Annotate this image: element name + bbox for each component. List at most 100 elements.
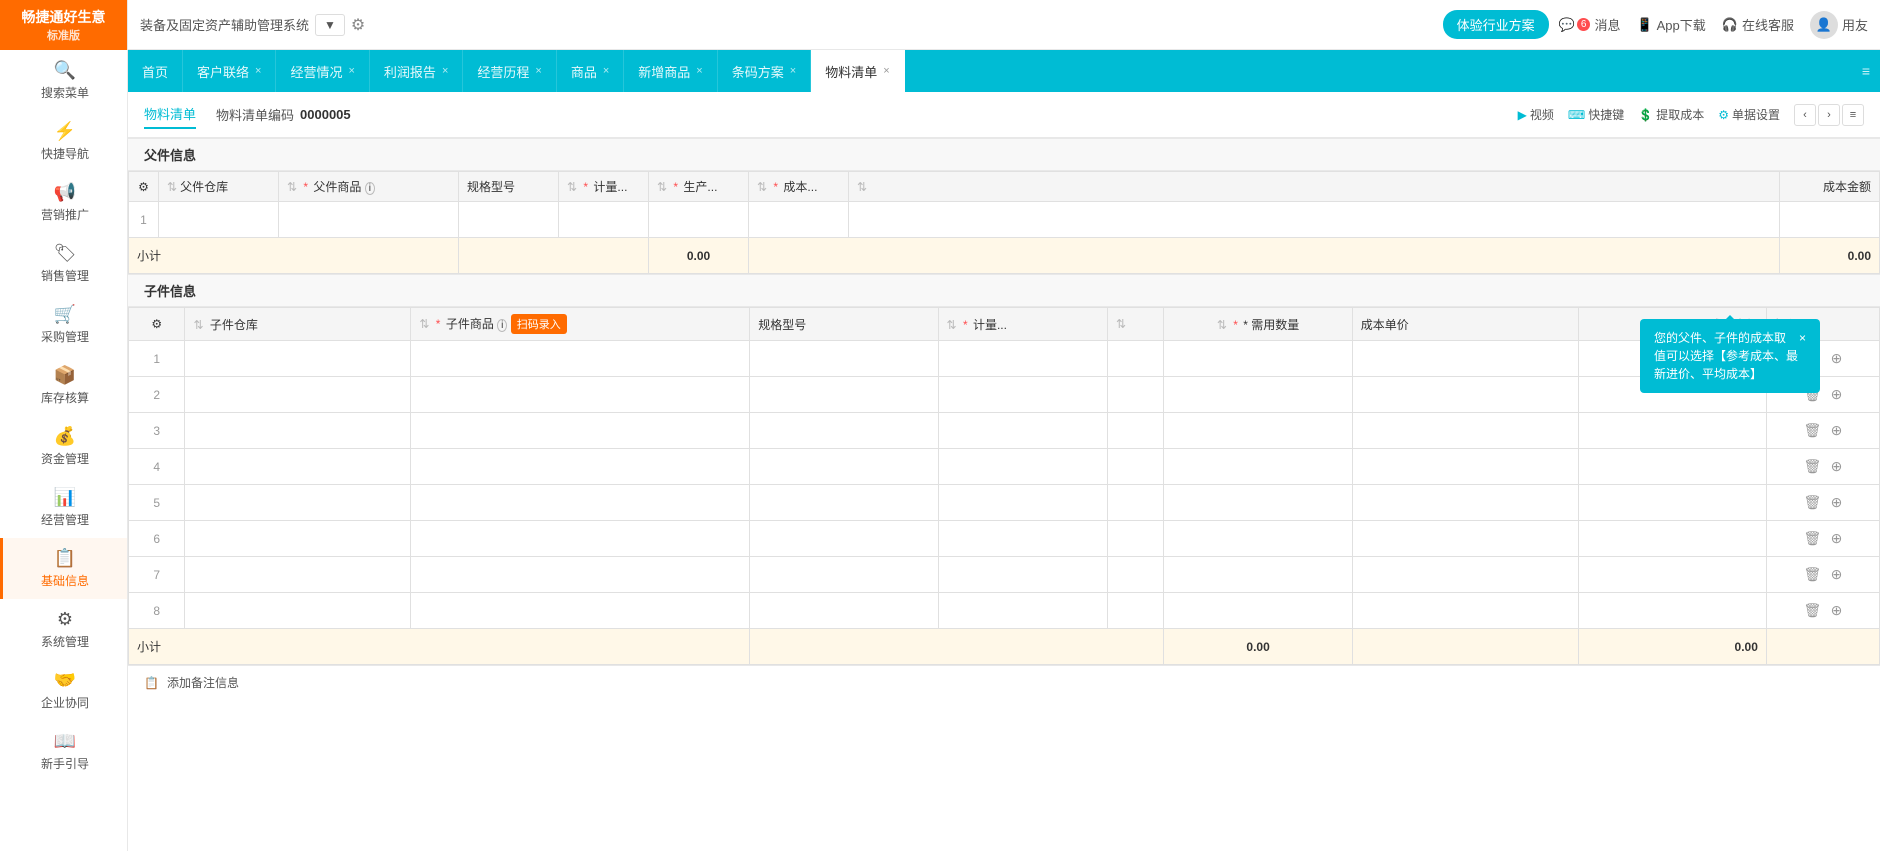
prev-btn[interactable]: ‹ (1794, 104, 1816, 126)
child-unitprice-cell[interactable] (1352, 413, 1578, 449)
sidebar-item-marketing[interactable]: 📢 营销推广 (0, 172, 127, 233)
child-col-settings-header[interactable]: ⚙ (129, 308, 185, 341)
child-product-cell[interactable] (411, 593, 750, 629)
child-product-cell[interactable] (411, 449, 750, 485)
tab-customer[interactable]: 客户联络 × (183, 50, 276, 92)
child-spec-cell[interactable] (750, 449, 938, 485)
sidebar-item-guide[interactable]: 📖 新手引导 (0, 721, 127, 782)
tab-add-goods-close[interactable]: × (696, 65, 702, 77)
app-download-action[interactable]: 📱 App下载 (1636, 15, 1705, 34)
shortcut-action[interactable]: ⌨ 快捷键 (1568, 106, 1624, 123)
child-warehouse-cell[interactable] (185, 341, 411, 377)
sidebar-item-sales[interactable]: 🏷 销售管理 (0, 233, 127, 294)
child-spec-cell[interactable] (750, 341, 938, 377)
child-product-cell[interactable] (411, 557, 750, 593)
child-qty-cell[interactable] (1164, 413, 1352, 449)
child-qty-cell[interactable] (1164, 377, 1352, 413)
child-spec-cell[interactable] (750, 377, 938, 413)
child-warehouse-cell[interactable] (185, 413, 411, 449)
scan-btn[interactable]: 扫码录入 (511, 314, 567, 334)
settings-btn[interactable]: ⚙ (351, 15, 365, 35)
child-qty-cell[interactable] (1164, 521, 1352, 557)
tab-barcode-close[interactable]: × (790, 65, 796, 77)
tab-bom[interactable]: 物料清单 × (811, 50, 904, 92)
parent-warehouse-cell[interactable] (159, 202, 279, 238)
sidebar-item-purchase[interactable]: 🛒 采购管理 (0, 294, 127, 355)
copy-icon[interactable]: ⊕ (1828, 494, 1846, 510)
copy-icon[interactable]: ⊕ (1828, 530, 1846, 546)
tab-home[interactable]: 首页 (128, 50, 183, 92)
child-warehouse-cell[interactable] (185, 593, 411, 629)
tab-profit-report-close[interactable]: × (442, 65, 448, 77)
child-unit-cell[interactable] (938, 449, 1107, 485)
next-btn[interactable]: › (1818, 104, 1840, 126)
tab-operation-status-close[interactable]: × (348, 65, 354, 77)
tab-goods-close[interactable]: × (603, 65, 609, 77)
tab-bom-close[interactable]: × (883, 65, 889, 77)
sidebar-item-quick-nav[interactable]: ⚡ 快捷导航 (0, 111, 127, 172)
delete-icon[interactable]: 🗑 (1801, 494, 1825, 510)
child-qty-cell[interactable] (1164, 593, 1352, 629)
parent-unit-cell[interactable] (559, 202, 649, 238)
sidebar-item-search[interactable]: 🔍 搜索菜单 (0, 50, 127, 111)
copy-icon[interactable]: ⊕ (1828, 566, 1846, 582)
child-product-cell[interactable] (411, 485, 750, 521)
tooltip-close-btn[interactable]: × (1799, 329, 1806, 347)
tab-history-close[interactable]: × (535, 65, 541, 77)
child-warehouse-cell[interactable] (185, 485, 411, 521)
close-all-tabs[interactable]: ≡ (1852, 50, 1880, 92)
copy-icon[interactable]: ⊕ (1828, 350, 1846, 366)
menu-btn[interactable]: ≡ (1842, 104, 1864, 126)
online-service-action[interactable]: 🎧 在线客服 (1722, 15, 1794, 34)
child-product-cell[interactable] (411, 413, 750, 449)
child-product-cell[interactable] (411, 377, 750, 413)
child-spec-cell[interactable] (750, 593, 938, 629)
delete-icon[interactable]: 🗑 (1801, 602, 1825, 618)
child-warehouse-cell[interactable] (185, 521, 411, 557)
child-unitprice-cell[interactable] (1352, 485, 1578, 521)
doc-settings-action[interactable]: ⚙ 单据设置 (1718, 106, 1780, 123)
child-product-cell[interactable] (411, 521, 750, 557)
copy-icon[interactable]: ⊕ (1828, 458, 1846, 474)
tab-operation-status[interactable]: 经营情况 × (276, 50, 369, 92)
delete-icon[interactable]: 🗑 (1801, 530, 1825, 546)
title-dropdown-btn[interactable]: ▼ (315, 14, 345, 36)
tab-profit-report[interactable]: 利润报告 × (370, 50, 463, 92)
child-spec-cell[interactable] (750, 521, 938, 557)
delete-icon[interactable]: 🗑 (1801, 566, 1825, 582)
child-unit-cell[interactable] (938, 377, 1107, 413)
tab-history[interactable]: 经营历程 × (463, 50, 556, 92)
message-action[interactable]: 💬 6 消息 (1559, 15, 1621, 34)
child-warehouse-cell[interactable] (185, 377, 411, 413)
copy-icon[interactable]: ⊕ (1828, 386, 1846, 402)
tab-barcode[interactable]: 条码方案 × (718, 50, 811, 92)
delete-icon[interactable]: 🗑 (1801, 458, 1825, 474)
child-unit-cell[interactable] (938, 521, 1107, 557)
tab-goods[interactable]: 商品 × (557, 50, 624, 92)
parent-spec-cell[interactable] (459, 202, 559, 238)
tab-add-goods[interactable]: 新增商品 × (624, 50, 717, 92)
child-unitprice-cell[interactable] (1352, 341, 1578, 377)
parent-production-cell[interactable] (649, 202, 749, 238)
delete-icon[interactable]: 🗑 (1801, 422, 1825, 438)
child-unit-cell[interactable] (938, 413, 1107, 449)
child-spec-cell[interactable] (750, 485, 938, 521)
child-qty-cell[interactable] (1164, 557, 1352, 593)
child-unit-cell[interactable] (938, 341, 1107, 377)
view-action[interactable]: ▶ 视频 (1518, 106, 1554, 123)
sidebar-item-basic-info[interactable]: 📋 基础信息 (0, 538, 127, 599)
child-qty-cell[interactable] (1164, 485, 1352, 521)
child-qty-cell[interactable] (1164, 449, 1352, 485)
sidebar-item-collab[interactable]: 🤝 企业协同 (0, 660, 127, 721)
child-unitprice-cell[interactable] (1352, 593, 1578, 629)
sidebar-item-finance[interactable]: 💰 资金管理 (0, 416, 127, 477)
child-unitprice-cell[interactable] (1352, 449, 1578, 485)
child-unit-cell[interactable] (938, 593, 1107, 629)
cost-action[interactable]: 💲 提取成本 (1638, 106, 1704, 123)
child-warehouse-cell[interactable] (185, 557, 411, 593)
child-unitprice-cell[interactable] (1352, 557, 1578, 593)
experience-button[interactable]: 体验行业方案 (1443, 10, 1549, 39)
sidebar-item-operations[interactable]: 📊 经营管理 (0, 477, 127, 538)
child-unit-cell[interactable] (938, 557, 1107, 593)
sub-tab-bom-list[interactable]: 物料清单 (144, 100, 196, 129)
